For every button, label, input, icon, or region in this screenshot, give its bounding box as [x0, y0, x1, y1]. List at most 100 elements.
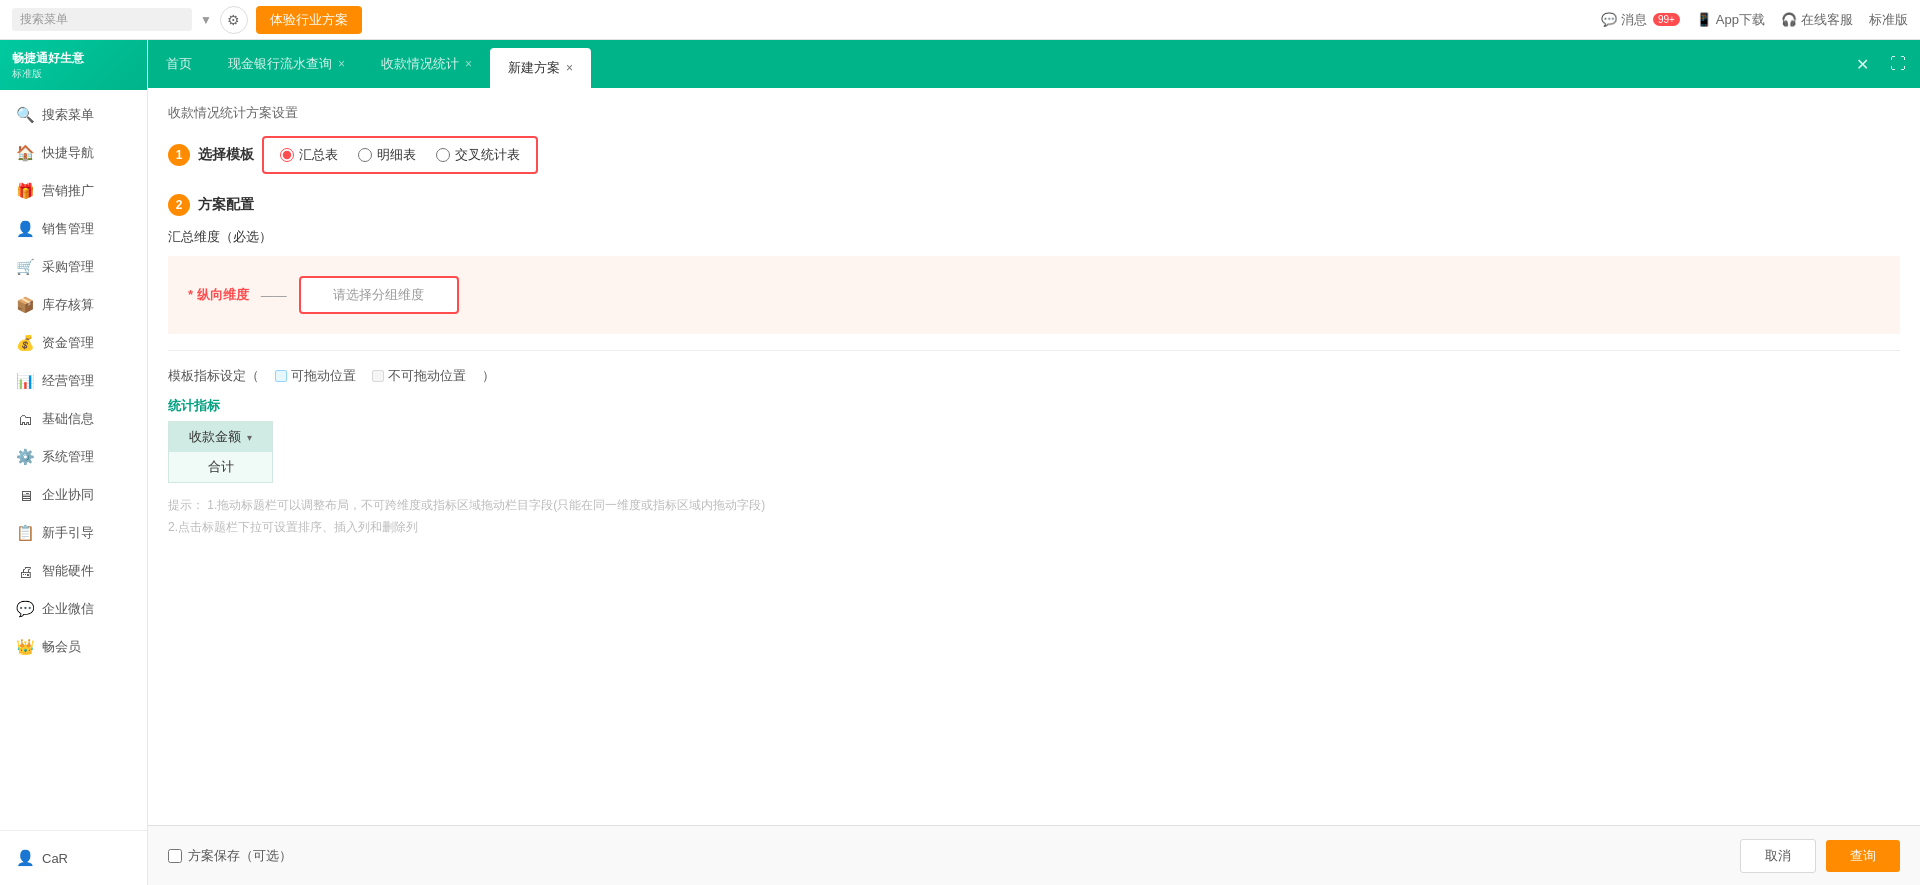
gift-icon: 🎁 [16, 182, 34, 200]
tab-bank-flow-close[interactable]: × [338, 57, 345, 71]
radio-cross-input[interactable] [436, 148, 450, 162]
dimension-area: * 纵向维度 —— 请选择分组维度 [168, 256, 1900, 334]
stat-header-cell[interactable]: 收款金额 ▾ [169, 422, 272, 452]
sidebar-item-hardware[interactable]: 🖨 智能硬件 [0, 552, 147, 590]
fixed-legend: 不可拖动位置 [372, 367, 466, 385]
dimension-select[interactable]: 请选择分组维度 [299, 276, 459, 314]
step1-title: 选择模板 [198, 146, 254, 164]
dropdown-icon[interactable]: ▼ [200, 13, 212, 27]
tab-close-all-icon[interactable]: ✕ [1848, 50, 1876, 78]
sidebar-item-search[interactable]: 🔍 搜索菜单 [0, 96, 147, 134]
radio-summary-input[interactable] [280, 148, 294, 162]
save-plan-checkbox[interactable]: 方案保存（可选） [168, 847, 292, 865]
corp-icon: 🖥 [16, 487, 34, 504]
sidebar-label: 快捷导航 [42, 144, 94, 162]
message-item[interactable]: 💬 消息 99+ [1601, 11, 1680, 29]
arrow-icon: —— [261, 288, 287, 303]
sidebar-item-inventory[interactable]: 📦 库存核算 [0, 286, 147, 324]
radio-detail[interactable]: 明细表 [358, 146, 416, 164]
sidebar-label: 销售管理 [42, 220, 94, 238]
sidebar-item-finance[interactable]: 💰 资金管理 [0, 324, 147, 362]
tab-bank-flow[interactable]: 现金银行流水查询 × [210, 40, 363, 88]
logo-sub: 标准版 [12, 67, 84, 81]
radio-detail-label: 明细表 [377, 146, 416, 164]
config-section: 汇总维度（必选） * 纵向维度 —— 请选择分组维度 模板指标设定（ [168, 228, 1900, 538]
query-button[interactable]: 查询 [1826, 840, 1900, 872]
divider-1 [168, 350, 1900, 351]
tab-collection-stat-close[interactable]: × [465, 57, 472, 71]
sidebar-item-operation[interactable]: 📊 经营管理 [0, 362, 147, 400]
radio-cross[interactable]: 交叉统计表 [436, 146, 520, 164]
radio-summary[interactable]: 汇总表 [280, 146, 338, 164]
tab-collection-stat[interactable]: 收款情况统计 × [363, 40, 490, 88]
extra-icon: 👤 [16, 849, 34, 867]
app-download-item[interactable]: 📱 App下载 [1696, 11, 1765, 29]
top-bar-left: 搜索菜单 ▼ ⚙ 体验行业方案 [12, 6, 362, 34]
movable-dot [275, 370, 287, 382]
extra-label: CaR [42, 851, 68, 866]
cancel-button[interactable]: 取消 [1740, 839, 1816, 873]
tab-home[interactable]: 首页 [148, 40, 210, 88]
top-bar: 搜索菜单 ▼ ⚙ 体验行业方案 💬 消息 99+ 📱 App下载 🎧 在线客服 … [0, 0, 1920, 40]
sidebar-menu: 🔍 搜索菜单 🏠 快捷导航 🎁 营销推广 👤 销售管理 🛒 采购管理 📦 [0, 90, 147, 830]
tab-expand-icon[interactable]: ⛶ [1884, 50, 1912, 78]
indicator-section: 模板指标设定（ 可拖动位置 不可拖动位置 ） [168, 367, 1900, 483]
search-placeholder: 搜索菜单 [20, 12, 68, 26]
sidebar-item-extra[interactable]: 👤 CaR [0, 839, 147, 877]
movable-label: 可拖动位置 [291, 367, 356, 385]
sidebar-item-basic-info[interactable]: 🗂 基础信息 [0, 400, 147, 438]
dimension-config-title: 汇总维度（必选） [168, 228, 1900, 246]
sidebar-label: 基础信息 [42, 410, 94, 428]
tab-home-label: 首页 [166, 55, 192, 73]
sidebar-item-corp[interactable]: 🖥 企业协同 [0, 476, 147, 514]
box-icon: 📦 [16, 296, 34, 314]
sidebar-label: 经营管理 [42, 372, 94, 390]
service-icon: 🎧 [1781, 12, 1797, 27]
sidebar-bottom: 👤 CaR [0, 830, 147, 885]
stat-table-area: 统计指标 收款金额 ▾ 合计 [168, 395, 1900, 483]
indicator-title-row: 模板指标设定（ 可拖动位置 不可拖动位置 ） [168, 367, 1900, 385]
search-box: 搜索菜单 [12, 8, 192, 31]
radio-summary-label: 汇总表 [299, 146, 338, 164]
message-label: 消息 [1621, 11, 1647, 29]
sidebar-item-sales[interactable]: 👤 销售管理 [0, 210, 147, 248]
step1-section: 1 选择模板 汇总表 明细表 交叉统计表 [168, 136, 1900, 174]
user-item[interactable]: 标准版 [1869, 11, 1908, 29]
tab-new-plan[interactable]: 新建方案 × [490, 48, 591, 88]
sidebar-item-newbie[interactable]: 📋 新手引导 [0, 514, 147, 552]
sidebar-label: 搜索菜单 [42, 106, 94, 124]
radio-detail-input[interactable] [358, 148, 372, 162]
logo-area: 畅捷通好生意 标准版 [0, 40, 147, 90]
sidebar-item-purchase[interactable]: 🛒 采购管理 [0, 248, 147, 286]
chevron-down-icon[interactable]: ▾ [247, 432, 252, 443]
tips-section: 提示： 1.拖动标题栏可以调整布局，不可跨维度或指标区域拖动栏目字段(只能在同一… [168, 495, 1900, 538]
step1-circle: 1 [168, 144, 190, 166]
radio-cross-label: 交叉统计表 [455, 146, 520, 164]
page-title: 收款情况统计方案设置 [168, 104, 1900, 122]
sidebar-label: 畅会员 [42, 638, 81, 656]
online-service-item[interactable]: 🎧 在线客服 [1781, 11, 1853, 29]
sidebar-item-wechat[interactable]: 💬 企业微信 [0, 590, 147, 628]
tab-new-plan-close[interactable]: × [566, 61, 573, 75]
fixed-label: 不可拖动位置 [388, 367, 466, 385]
sidebar-item-member[interactable]: 👑 畅会员 [0, 628, 147, 666]
tab-bar-actions: ✕ ⛶ [1848, 50, 1920, 78]
sidebar-label: 企业协同 [42, 486, 94, 504]
sidebar-item-quick-nav[interactable]: 🏠 快捷导航 [0, 134, 147, 172]
indicator-title-text: 模板指标设定（ [168, 367, 259, 385]
tab-collection-stat-label: 收款情况统计 [381, 55, 459, 73]
search-icon: 🔍 [16, 106, 34, 124]
tip-1: 提示： 1.拖动标题栏可以调整布局，不可跨维度或指标区域拖动栏目字段(只能在同一… [168, 495, 1900, 517]
template-selection-box: 汇总表 明细表 交叉统计表 [262, 136, 538, 174]
tab-new-plan-label: 新建方案 [508, 59, 560, 77]
trial-button[interactable]: 体验行业方案 [256, 6, 362, 34]
sidebar-label: 企业微信 [42, 600, 94, 618]
logo-text: 畅捷通好生意 [12, 50, 84, 67]
save-plan-checkbox-input[interactable] [168, 849, 182, 863]
sidebar-item-marketing[interactable]: 🎁 营销推广 [0, 172, 147, 210]
sidebar-label: 智能硬件 [42, 562, 94, 580]
footer-buttons: 取消 查询 [1740, 839, 1900, 873]
step1-header: 1 选择模板 汇总表 明细表 交叉统计表 [168, 136, 1900, 174]
sidebar-item-system[interactable]: ⚙️ 系统管理 [0, 438, 147, 476]
settings-icon[interactable]: ⚙ [220, 6, 248, 34]
